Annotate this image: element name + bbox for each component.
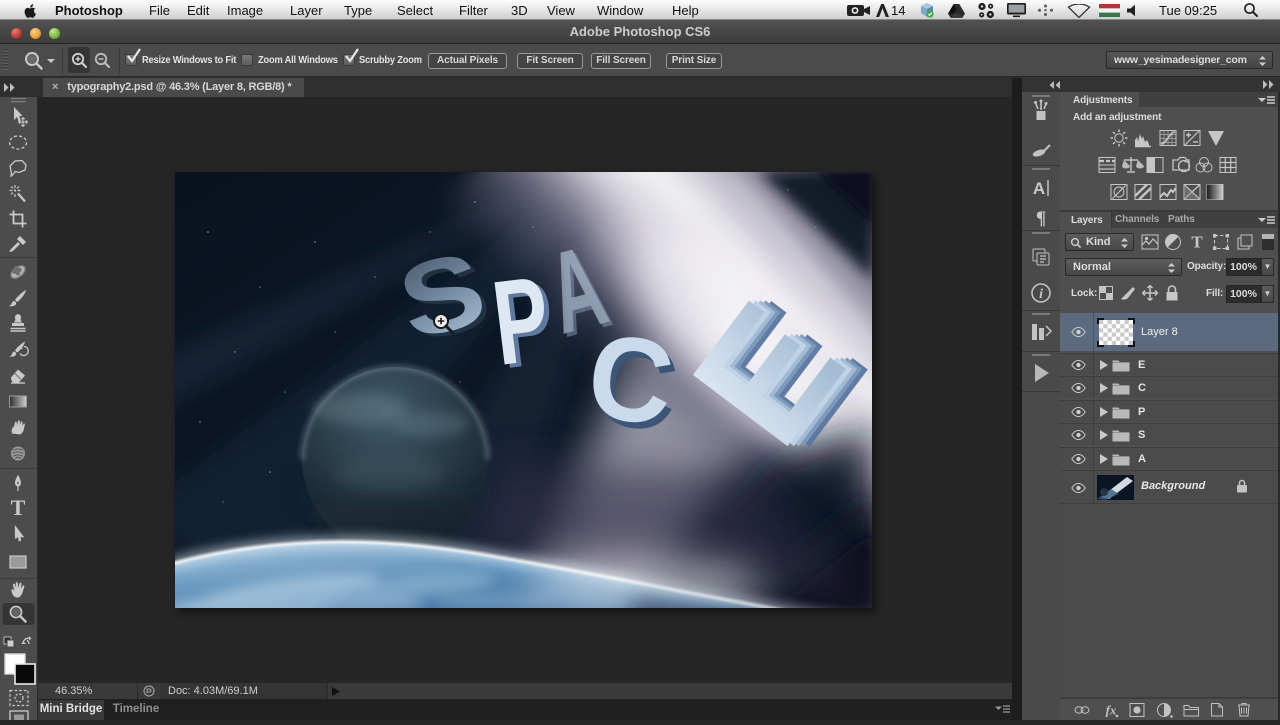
- svg-text:T: T: [1191, 233, 1203, 252]
- svg-text:¶: ¶: [1036, 208, 1046, 229]
- svg-text:C: C: [581, 307, 680, 450]
- svg-text:T: T: [11, 495, 26, 520]
- svg-text:A: A: [1033, 179, 1045, 198]
- svg-text:fx: fx: [1106, 703, 1117, 718]
- svg-text:i: i: [1039, 287, 1043, 302]
